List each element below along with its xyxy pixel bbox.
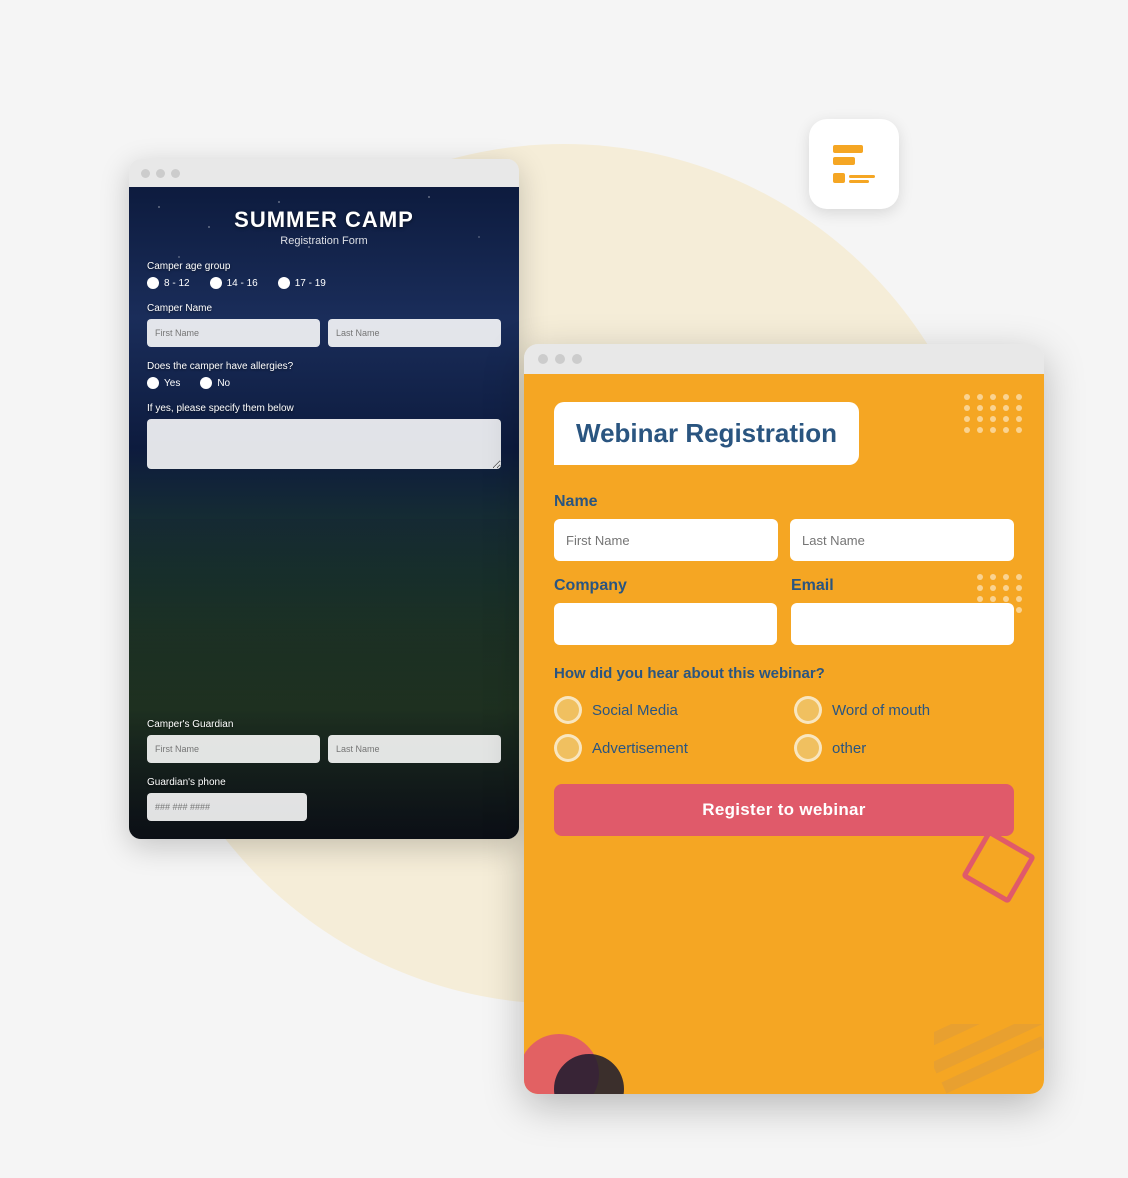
wb-company-col: Company [554, 577, 777, 645]
wb-body: Webinar Registration Name Company Email [524, 374, 1044, 1094]
wb-other-option: other [794, 734, 1014, 762]
sc-specify-textarea[interactable] [147, 419, 501, 469]
wb-diamond-decoration [961, 829, 1036, 904]
wb-hear-options: Social Media Word of mouth Advertisement… [554, 696, 1014, 762]
sc-allergy-no-label: No [217, 378, 230, 389]
sc-dot-2 [156, 169, 165, 178]
wb-social-media-option: Social Media [554, 696, 774, 724]
wb-company-email-row: Company Email [554, 577, 1014, 645]
wb-word-of-mouth-option: Word of mouth [794, 696, 1014, 724]
wb-dots-pattern-mr [977, 574, 1024, 613]
wb-stripes-decoration [934, 1024, 1044, 1094]
sc-name-label: Camper Name [147, 303, 501, 314]
sc-age-options: 8 - 12 14 - 16 17 - 19 [147, 277, 501, 289]
sc-content: SUMMER CAMP Registration Form Camper age… [129, 187, 519, 494]
sc-radio-no [200, 377, 212, 389]
sc-first-name-input[interactable] [147, 319, 320, 347]
sc-specify-label: If yes, please specify them below [147, 403, 501, 414]
wb-social-media-label: Social Media [592, 702, 678, 719]
wb-dot-1 [538, 354, 548, 364]
sc-title: SUMMER CAMP [147, 207, 501, 233]
sc-guardian-first-input[interactable] [147, 735, 320, 763]
sc-allergy-options: Yes No [147, 377, 501, 389]
scene: SUMMER CAMP Registration Form Camper age… [74, 64, 1054, 1114]
wb-radio-wom [794, 696, 822, 724]
wb-last-name-input[interactable] [790, 519, 1014, 561]
wb-name-row [554, 519, 1014, 561]
wb-first-name-input[interactable] [554, 519, 778, 561]
sc-name-row [147, 319, 501, 347]
wb-hear-label: How did you hear about this webinar? [554, 665, 1014, 682]
sc-age-14-16: 14 - 16 [210, 277, 258, 289]
sc-radio-circle-2 [210, 277, 222, 289]
sc-age-label: Camper age group [147, 261, 501, 272]
sc-age-label-1: 8 - 12 [164, 278, 190, 289]
sc-age-label-3: 17 - 19 [295, 278, 326, 289]
sc-radio-circle-3 [278, 277, 290, 289]
wb-ad-label: Advertisement [592, 740, 688, 757]
sc-guardian-label: Camper's Guardian [147, 719, 501, 730]
sc-dot-3 [171, 169, 180, 178]
wb-radio-ad [554, 734, 582, 762]
sc-allergy-no: No [200, 377, 230, 389]
wb-submit-button[interactable]: Register to webinar [554, 784, 1014, 836]
wb-dot-2 [555, 354, 565, 364]
sc-body: SUMMER CAMP Registration Form Camper age… [129, 187, 519, 839]
wb-title-bubble: Webinar Registration [554, 402, 859, 465]
wb-company-label: Company [554, 577, 777, 595]
sc-allergy-yes: Yes [147, 377, 180, 389]
sc-browser-bar [129, 159, 519, 187]
wb-advertisement-option: Advertisement [554, 734, 774, 762]
wb-company-input[interactable] [554, 603, 777, 645]
wb-dots-pattern-tr [964, 394, 1024, 433]
sc-radio-circle-1 [147, 277, 159, 289]
wb-wom-label: Word of mouth [832, 702, 930, 719]
sc-bottom-content: Camper's Guardian Guardian's phone [129, 691, 519, 839]
wb-name-label: Name [554, 493, 1014, 511]
sc-phone-label: Guardian's phone [147, 777, 501, 788]
sc-age-label-2: 14 - 16 [227, 278, 258, 289]
sc-subtitle: Registration Form [147, 235, 501, 247]
form-icon [809, 119, 899, 209]
sc-allergy-label: Does the camper have allergies? [147, 361, 501, 372]
wb-radio-other [794, 734, 822, 762]
sc-guardian-name-row [147, 735, 501, 763]
wb-radio-social [554, 696, 582, 724]
sc-guardian-last-input[interactable] [328, 735, 501, 763]
wb-other-label: other [832, 740, 866, 757]
sc-radio-yes [147, 377, 159, 389]
sc-last-name-input[interactable] [328, 319, 501, 347]
wb-browser-bar [524, 344, 1044, 374]
sc-phone-input[interactable] [147, 793, 307, 821]
sc-age-8-12: 8 - 12 [147, 277, 190, 289]
webinar-card: Webinar Registration Name Company Email [524, 344, 1044, 1094]
wb-dot-3 [572, 354, 582, 364]
sc-age-17-19: 17 - 19 [278, 277, 326, 289]
sc-allergy-yes-label: Yes [164, 378, 180, 389]
summer-camp-card: SUMMER CAMP Registration Form Camper age… [129, 159, 519, 839]
wb-title: Webinar Registration [576, 418, 837, 449]
sc-dot-1 [141, 169, 150, 178]
